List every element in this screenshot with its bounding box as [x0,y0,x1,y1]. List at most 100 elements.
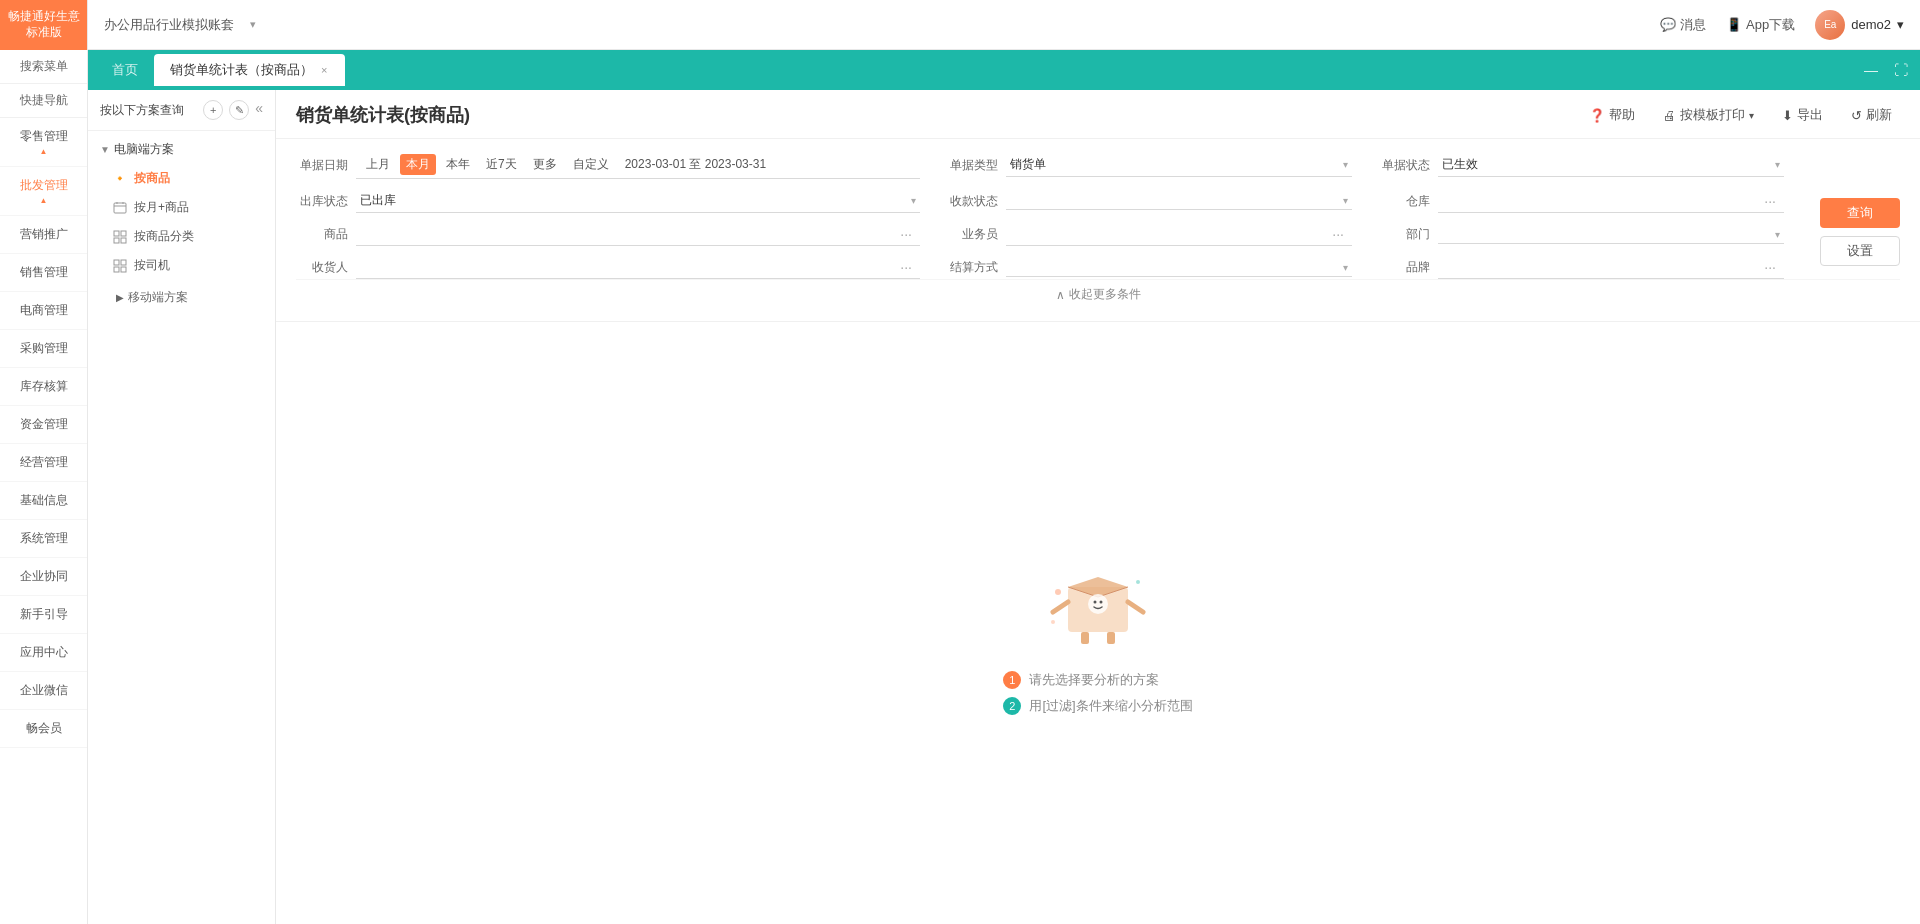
message-btn[interactable]: 💬 消息 [1660,16,1706,34]
filter-form: 单据日期 上月 本月 本年 近7天 更多 自定义 2023-03-01 至 20… [276,139,1920,322]
consignee-dots[interactable]: ··· [896,259,916,275]
sidebar-item-wholesale[interactable]: 批发管理 [0,167,87,216]
product-input[interactable] [360,227,896,241]
department-select[interactable]: ▾ [1438,226,1784,244]
date-btn-custom[interactable]: 自定义 [567,154,615,175]
header-right: 💬 消息 📱 App下载 Ea demo2 ▾ [1660,10,1904,40]
export-btn[interactable]: ⬇ 导出 [1774,102,1831,128]
payment-select[interactable]: ▾ [1006,259,1352,277]
date-btn-last-month[interactable]: 上月 [360,154,396,175]
user-area[interactable]: Ea demo2 ▾ [1815,10,1904,40]
outstatus-arrow-icon: ▾ [911,195,916,206]
sidebar-item-enterprise[interactable]: 企业协同 [0,558,87,596]
filter-item-by-product[interactable]: 🔸 按商品 [88,164,275,193]
refresh-btn[interactable]: ↺ 刷新 [1843,102,1900,128]
filter-edit-btn[interactable]: ✎ [229,100,249,120]
sidebar-item-purchase[interactable]: 采购管理 [0,330,87,368]
brand-dots[interactable]: ··· [1760,259,1780,275]
date-btn-more[interactable]: 更多 [527,154,563,175]
salesman-input[interactable] [1010,227,1328,241]
filter-item-by-category[interactable]: 按商品分类 [88,222,275,251]
calendar-icon [112,200,128,216]
filter-group-pc-header[interactable]: ▼ 电脑端方案 [88,135,275,164]
filter-add-btn[interactable]: + [203,100,223,120]
settings-button[interactable]: 设置 [1820,236,1900,266]
svg-rect-8 [114,260,119,265]
brand-label: 品牌 [1368,259,1438,276]
doctype-value: 销货单 [1010,156,1343,173]
sidebar-item-inventory[interactable]: 库存核算 [0,368,87,406]
warehouse-dots[interactable]: ··· [1760,193,1780,209]
receiptstatus-label: 收款状态 [936,193,1006,210]
date-filter: 上月 本月 本年 近7天 更多 自定义 [360,154,615,175]
sidebar-item-ecommerce[interactable]: 电商管理 [0,292,87,330]
sidebar-item-management[interactable]: 经营管理 [0,444,87,482]
filter-row-3: 商品 ··· 业务员 ··· 部门 [296,223,1900,246]
date-btn-7days[interactable]: 近7天 [480,154,523,175]
svg-point-25 [1051,620,1055,624]
date-label: 单据日期 [296,157,356,174]
filter-collapse-btn[interactable]: « [255,100,263,120]
outstatus-select[interactable]: 已出库 ▾ [356,189,920,213]
brand-input[interactable] [1442,260,1760,274]
salesman-input-wrap[interactable]: ··· [1006,223,1352,246]
tab-close-btn[interactable]: × [319,62,329,78]
product-input-wrap[interactable]: ··· [356,223,920,246]
consignee-input-wrap[interactable]: ··· [356,256,920,279]
date-btn-this-year[interactable]: 本年 [440,154,476,175]
filter-department-field: 部门 ▾ [1368,226,1784,244]
svg-point-24 [1136,580,1140,584]
consignee-input[interactable] [360,260,896,274]
sidebar-item-wechat[interactable]: 企业微信 [0,672,87,710]
docstatus-select[interactable]: 已生效 ▾ [1438,153,1784,177]
warehouse-input[interactable] [1442,194,1760,208]
tab-fullscreen-btn[interactable]: ⛶ [1890,58,1912,82]
header-dropdown-arrow[interactable]: ▾ [250,18,256,31]
sidebar-item-basic[interactable]: 基础信息 [0,482,87,520]
empty-step-1: 1 请先选择要分析的方案 [1003,671,1192,689]
sidebar-item-sales[interactable]: 销售管理 [0,254,87,292]
print-btn[interactable]: 🖨 按模板打印 ▾ [1655,102,1762,128]
sidebar-item-marketing[interactable]: 营销推广 [0,216,87,254]
help-btn[interactable]: ❓ 帮助 [1581,102,1643,128]
filter-item-by-driver[interactable]: 按司机 [88,251,275,280]
sidebar-item-system[interactable]: 系统管理 [0,520,87,558]
query-button[interactable]: 查询 [1820,198,1900,228]
filter-date-field: 单据日期 上月 本月 本年 近7天 更多 自定义 2023-03-01 至 20… [296,151,920,179]
sidebar-quick[interactable]: 快捷导航 [0,84,87,118]
svg-rect-9 [121,260,126,265]
salesman-dots[interactable]: ··· [1328,226,1348,242]
filter-doctype-field: 单据类型 销货单 ▾ [936,153,1352,177]
tab-bar: 首页 销货单统计表（按商品） × — ⛶ [88,50,1920,90]
mobile-icon: 📱 [1726,17,1742,32]
app-download-btn[interactable]: 📱 App下载 [1726,16,1795,34]
brand-input-wrap[interactable]: ··· [1438,256,1784,279]
collapse-bar[interactable]: ∧ 收起更多条件 [296,279,1900,309]
filter-sidebar-header: 按以下方案查询 + ✎ « [88,90,275,131]
tab-sales-stats[interactable]: 销货单统计表（按商品） × [154,54,345,86]
receiptstatus-select[interactable]: ▾ [1006,192,1352,210]
filter-group-mobile-header[interactable]: ▶ 移动端方案 [96,284,275,311]
product-dots[interactable]: ··· [896,226,916,242]
doctype-select[interactable]: 销货单 ▾ [1006,153,1352,177]
sidebar-item-member[interactable]: 畅会员 [0,710,87,748]
filter-item-by-month-product[interactable]: 按月+商品 [88,193,275,222]
date-btn-this-month[interactable]: 本月 [400,154,436,175]
tab-minimize-btn[interactable]: — [1860,58,1882,82]
warehouse-input-wrap[interactable]: ··· [1438,190,1784,213]
page-actions: ❓ 帮助 🖨 按模板打印 ▾ ⬇ 导出 ↺ 刷新 [1581,102,1900,128]
message-icon: 💬 [1660,17,1676,32]
sidebar-search[interactable]: 搜索菜单 [0,50,87,84]
step-2-num: 2 [1003,697,1021,715]
tab-home[interactable]: 首页 [96,54,154,86]
svg-rect-11 [121,267,126,272]
svg-point-18 [1100,600,1103,603]
sidebar-item-finance[interactable]: 资金管理 [0,406,87,444]
page-title: 销货单统计表(按商品) [296,103,470,127]
sidebar-item-guide[interactable]: 新手引导 [0,596,87,634]
sidebar-item-retail[interactable]: 零售管理 [0,118,87,167]
filter-row-1: 单据日期 上月 本月 本年 近7天 更多 自定义 2023-03-01 至 20… [296,151,1900,179]
sidebar-item-appstore[interactable]: 应用中心 [0,634,87,672]
logo[interactable]: 畅捷通好生意 标准版 [0,0,87,50]
doctype-arrow-icon: ▾ [1343,159,1348,170]
